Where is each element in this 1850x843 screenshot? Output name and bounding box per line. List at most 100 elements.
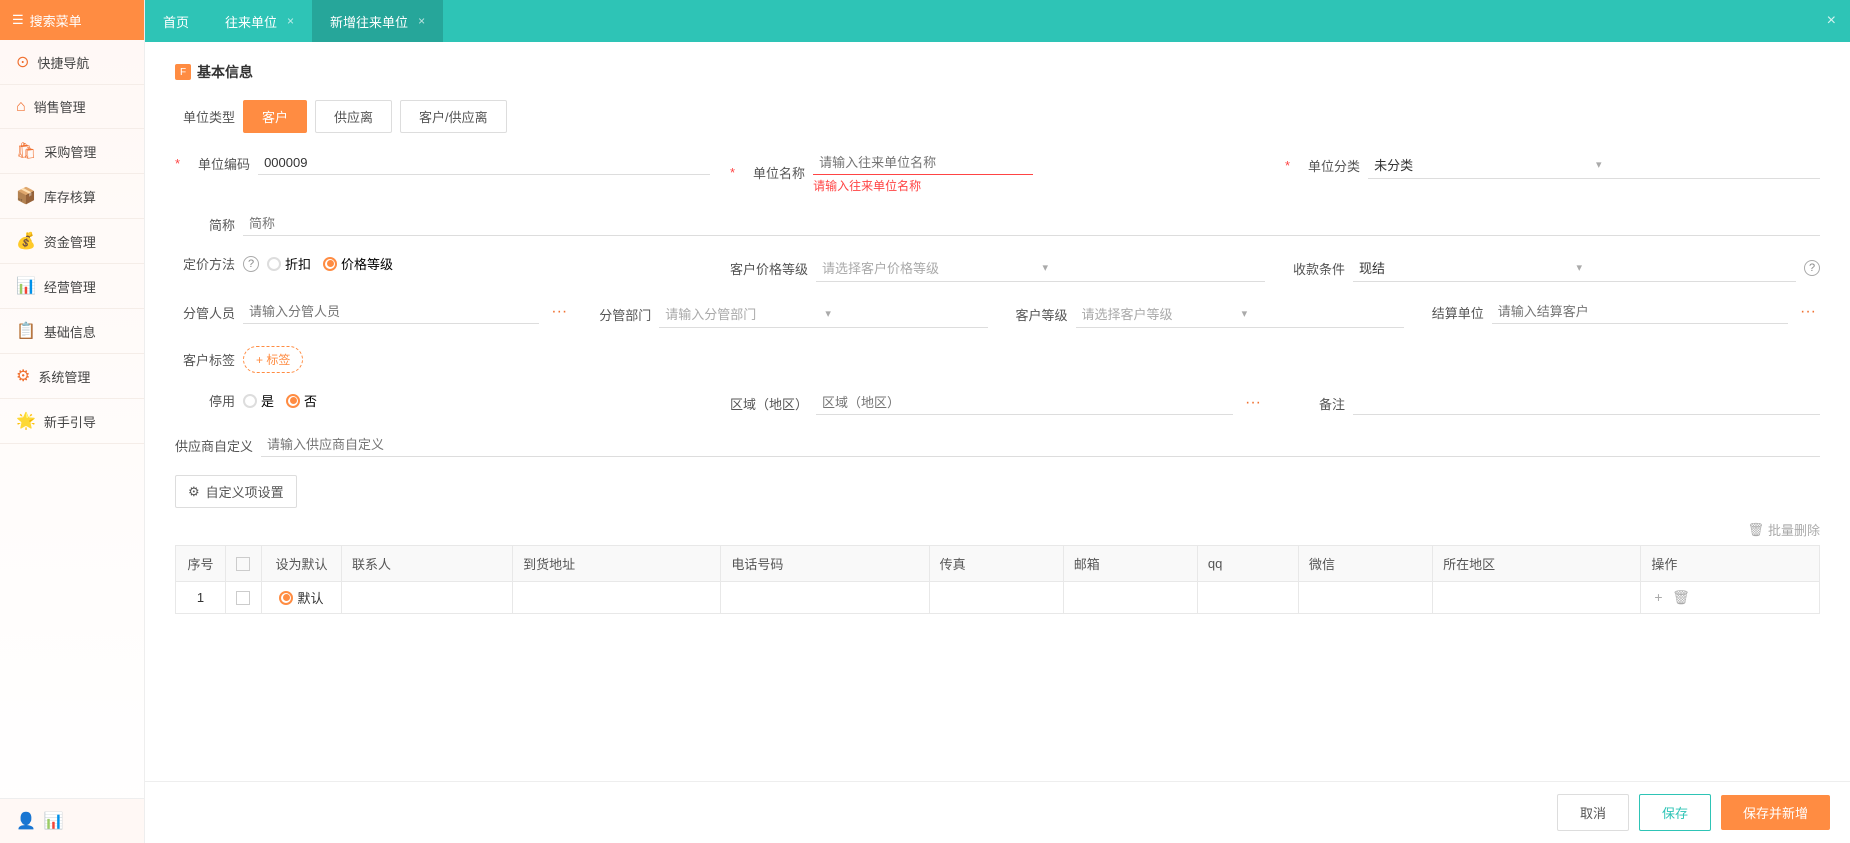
unit-name-wrapper: 请输入往来单位名称 (813, 151, 1265, 194)
payment-terms-select[interactable]: 现结 ▾ (1353, 254, 1796, 282)
tab-bar-close-all[interactable]: × (1827, 12, 1836, 30)
supplier-custom-row: 供应商自定义 (175, 433, 1820, 457)
radio-default[interactable]: 默认 (272, 588, 331, 607)
radio-discount[interactable]: 折扣 (267, 254, 311, 273)
sidebar-item-quick-nav[interactable]: ⊙ 快捷导航 (0, 40, 144, 85)
tab-home-label: 首页 (163, 12, 189, 31)
radio-discount-label: 折扣 (285, 254, 311, 273)
quick-nav-icon: ⊙ (16, 52, 29, 72)
row-checkbox[interactable] (236, 591, 250, 605)
manager-input[interactable] (243, 300, 539, 324)
radio-disabled-no-circle (286, 394, 300, 408)
unit-code-label: 单位编码 (190, 154, 250, 173)
customer-level-select[interactable]: 请选择客户等级 ▾ (1076, 300, 1404, 328)
user-expand-icon: 📊 (44, 811, 64, 831)
cell-wechat (1299, 582, 1433, 614)
tab-new-partner-close[interactable]: × (418, 14, 425, 28)
radio-disabled-yes[interactable]: 是 (243, 391, 274, 410)
cancel-button[interactable]: 取消 (1557, 794, 1629, 831)
finance-icon: 💰 (16, 231, 36, 251)
row-delete-btn[interactable]: 🗑 (1669, 589, 1693, 605)
radio-disabled-no[interactable]: 否 (286, 391, 317, 410)
sidebar-item-guide[interactable]: 🌟 新手引导 (0, 399, 144, 444)
region-dots-btn[interactable]: ··· (1241, 394, 1265, 412)
radio-price-level[interactable]: 价格等级 (323, 254, 393, 273)
department-label: 分管部门 (591, 305, 651, 324)
department-select[interactable]: 请输入分管部门 ▾ (659, 300, 987, 328)
unit-name-group: * 单位名称 请输入往来单位名称 (730, 151, 1265, 194)
tab-partners-close[interactable]: × (287, 14, 294, 28)
sidebar-search[interactable]: ☰ 搜索菜单 (0, 0, 144, 40)
th-qq: qq (1197, 546, 1298, 582)
sidebar-item-operations[interactable]: 📊 经营管理 (0, 264, 144, 309)
region-label: 区域（地区） (730, 394, 808, 413)
gear-icon: ⚙ (188, 484, 200, 500)
tab-new-partner[interactable]: 新增往来单位 × (312, 0, 443, 42)
cell-contact (342, 582, 513, 614)
settlement-unit-input[interactable] (1492, 300, 1788, 324)
tab-partners-label: 往来单位 (225, 12, 277, 31)
radio-disabled-no-label: 否 (304, 391, 317, 410)
unit-category-select[interactable]: 未分类 ▾ (1368, 151, 1820, 179)
cell-fax (929, 582, 1063, 614)
radio-price-level-circle (323, 257, 337, 271)
settlement-unit-label: 结算单位 (1424, 303, 1484, 322)
type-btn-customer[interactable]: 客户 (243, 100, 307, 133)
payment-terms-label: 收款条件 (1285, 259, 1345, 278)
th-email: 邮箱 (1063, 546, 1197, 582)
radio-disabled-yes-circle (243, 394, 257, 408)
sidebar-item-purchase-label: 采购管理 (44, 142, 96, 161)
short-name-input[interactable] (243, 212, 1820, 236)
pricing-help-icon[interactable]: ? (243, 256, 259, 272)
tab-home[interactable]: 首页 (145, 0, 207, 42)
sidebar-item-sales[interactable]: ⌂ 销售管理 (0, 85, 144, 129)
row-add-btn[interactable]: + (1651, 589, 1665, 605)
sidebar-item-finance[interactable]: 💰 资金管理 (0, 219, 144, 264)
tag-add-btn[interactable]: + 标签 (243, 346, 303, 373)
search-icon: ☰ (12, 12, 24, 28)
sidebar-item-inventory[interactable]: 📦 库存核算 (0, 174, 144, 219)
unit-name-error: 请输入往来单位名称 (813, 177, 1265, 194)
disabled-radio-group: 是 否 (243, 391, 317, 410)
unit-name-input[interactable] (813, 151, 1033, 175)
customer-price-level-select[interactable]: 请选择客户价格等级 ▾ (816, 254, 1265, 282)
type-btn-supplier[interactable]: 供应离 (315, 100, 392, 133)
manager-dots-btn[interactable]: ··· (547, 303, 571, 321)
pricing-method-group: 定价方法 ? 折扣 价格等级 (175, 254, 710, 273)
department-placeholder: 请输入分管部门 (665, 304, 821, 323)
sidebar-item-basic-info[interactable]: 📋 基础信息 (0, 309, 144, 354)
sidebar-item-purchase[interactable]: 🛍 采购管理 (0, 129, 144, 174)
payment-terms-value: 现结 (1359, 258, 1573, 277)
payment-terms-help-icon[interactable]: ? (1804, 260, 1820, 276)
content-area: F 基本信息 单位类型 客户 供应离 客户/供应离 * 单位编码 * (145, 42, 1850, 781)
tab-partners[interactable]: 往来单位 × (207, 0, 312, 42)
save-new-button[interactable]: 保存并新增 (1721, 795, 1830, 830)
code-name-category-row: * 单位编码 * 单位名称 请输入往来单位名称 * 单位分类 未分类 ▾ (175, 151, 1820, 194)
purchase-icon: 🛍 (16, 141, 36, 161)
supplier-custom-input[interactable] (261, 433, 1820, 457)
save-button[interactable]: 保存 (1639, 794, 1711, 831)
section-header: F 基本信息 (175, 62, 1820, 82)
unit-type-group: 单位类型 客户 供应离 客户/供应离 (175, 100, 1820, 133)
type-btn-both[interactable]: 客户/供应离 (400, 100, 507, 133)
custom-settings-btn[interactable]: ⚙ 自定义项设置 (175, 475, 297, 508)
select-all-checkbox[interactable] (236, 557, 250, 571)
th-region: 所在地区 (1433, 546, 1641, 582)
manager-label: 分管人员 (175, 303, 235, 322)
settlement-unit-dots-btn[interactable]: ··· (1796, 303, 1820, 321)
unit-code-input[interactable] (258, 151, 710, 175)
sidebar: ☰ 搜索菜单 ⊙ 快捷导航 ⌂ 销售管理 🛍 采购管理 📦 库存核算 💰 资金管… (0, 0, 145, 843)
remark-input[interactable] (1353, 391, 1820, 415)
unit-category-required: * (1285, 158, 1290, 173)
remark-label: 备注 (1285, 394, 1345, 413)
customer-level-group: 客户等级 请选择客户等级 ▾ (1008, 300, 1404, 328)
customer-price-level-label: 客户价格等级 (730, 259, 808, 278)
unit-name-required: * (730, 165, 735, 180)
operations-icon: 📊 (16, 276, 36, 296)
unit-name-label: 单位名称 (745, 163, 805, 182)
payment-terms-chevron: ▾ (1577, 261, 1791, 274)
sidebar-item-system[interactable]: ⚙ 系统管理 (0, 354, 144, 399)
region-input[interactable] (816, 391, 1233, 415)
main-area: 首页 往来单位 × 新增往来单位 × × F 基本信息 单位类型 客户 供应离 … (145, 0, 1850, 843)
short-name-row: 简称 (175, 212, 1820, 236)
